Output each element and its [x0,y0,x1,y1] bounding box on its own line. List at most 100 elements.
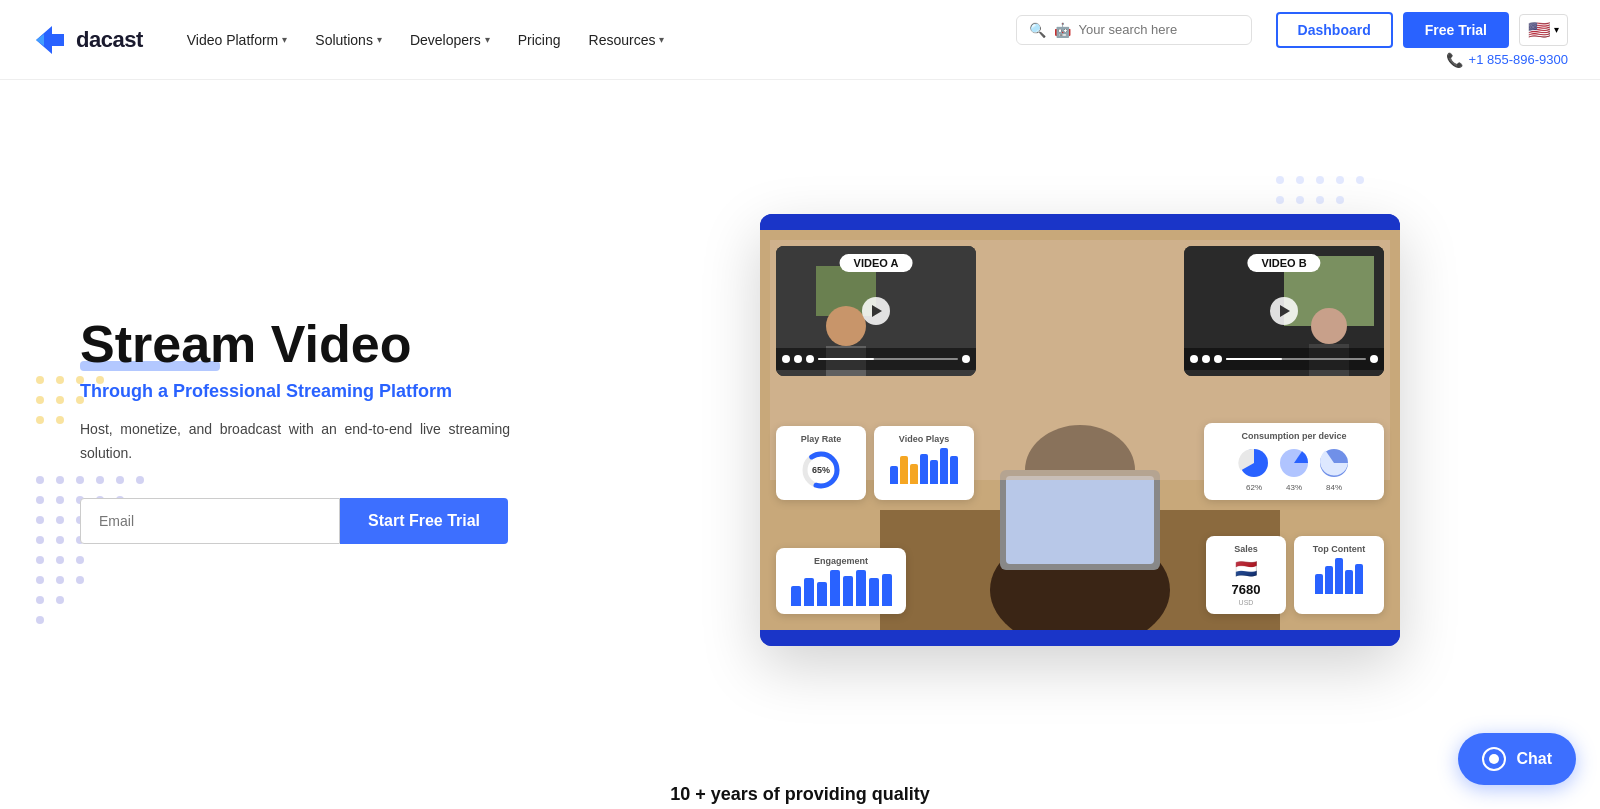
play-rate-donut: 65% [799,448,843,492]
svg-point-2 [36,376,44,384]
consumption-title: Consumption per device [1216,431,1372,441]
tc-bar-5 [1355,564,1363,594]
language-selector[interactable]: 🇺🇸 ▾ [1519,14,1568,46]
nav-video-platform[interactable]: Video Platform ▾ [175,24,300,56]
tc-bar-4 [1345,570,1353,594]
tc-bar-1 [1315,574,1323,594]
chevron-down-icon: ▾ [659,34,664,45]
search-icon: 🔍 [1029,22,1046,38]
svg-point-12 [56,476,64,484]
phone-number[interactable]: +1 855-896-9300 [1469,52,1568,67]
svg-marker-1 [36,34,44,46]
sales-value: 7680 [1232,582,1261,597]
consumption-card-inner: Consumption per device 62% [1204,423,1384,500]
hero-title: Stream Video [80,316,580,373]
svg-point-34 [76,556,84,564]
video-a-label: VIDEO A [840,254,913,272]
eng-bar-7 [869,578,879,606]
bar-5 [930,460,938,484]
engagement-title: Engagement [788,556,894,566]
header: dacast Video Platform ▾ Solutions ▾ Deve… [0,0,1600,80]
nav-resources[interactable]: Resources ▾ [577,24,677,56]
ai-icon: 🤖 [1054,22,1071,38]
svg-point-17 [36,496,44,504]
next-icon [806,355,814,363]
hero-form: Start Free Trial [80,498,580,544]
phone-icon: 📞 [1446,52,1463,68]
engagement-chart [791,570,892,606]
bar-7 [950,456,958,484]
pie-2: 43% [1276,445,1312,492]
video-b-label: VIDEO B [1247,254,1320,272]
svg-point-40 [36,616,44,624]
svg-point-7 [56,396,64,404]
logo[interactable]: dacast [32,22,143,58]
video-content-area: VIDEO A [760,230,1400,630]
consumption-card: Consumption per device 62% [1204,423,1384,500]
progress-bar [818,358,958,360]
sales-content: 🇳🇱 7680 USD [1218,558,1274,606]
nav-pricing[interactable]: Pricing [506,24,573,56]
email-input[interactable] [80,498,340,544]
video-a-overlay: VIDEO A [776,246,976,376]
svg-point-47 [1296,196,1304,204]
svg-point-48 [1316,196,1324,204]
svg-point-23 [56,516,64,524]
hero-subtitle: Through a Professional Streaming Platfor… [80,381,580,402]
sales-card: Sales 🇳🇱 7680 USD [1206,536,1286,614]
play-rate-card: Play Rate 65% [776,426,866,500]
video-mockup: VIDEO A [760,214,1400,646]
main-nav: Video Platform ▾ Solutions ▾ Developers … [175,24,1016,56]
play-rate-content: 65% [788,448,854,492]
svg-point-9 [36,416,44,424]
consumption-pies: 62% 43% [1236,445,1352,492]
nav-solutions[interactable]: Solutions ▾ [303,24,394,56]
search-wrapper[interactable]: 🔍 🤖 [1016,15,1252,45]
hero-right: VIDEO A [640,214,1520,646]
play-button-a[interactable] [862,297,890,325]
volume-icon [962,355,970,363]
prev-icon [1190,355,1198,363]
play-rate-title: Play Rate [788,434,854,444]
start-free-trial-button[interactable]: Start Free Trial [340,498,508,544]
stats-row-top: Play Rate 65% [776,426,974,500]
play-rate-value: 65% [799,448,843,492]
header-actions: Dashboard Free Trial 🇺🇸 ▾ [1276,12,1568,48]
hero-left: Stream Video Through a Professional Stre… [80,316,580,544]
pie-1-label: 62% [1246,483,1262,492]
eng-bar-2 [804,578,814,606]
video-plays-chart [890,448,958,484]
svg-point-10 [56,416,64,424]
video-b-overlay: VIDEO B [1184,246,1384,376]
svg-point-32 [36,556,44,564]
nav-developers[interactable]: Developers ▾ [398,24,502,56]
video-mockup-top-bar [760,214,1400,230]
dashboard-button[interactable]: Dashboard [1276,12,1393,48]
svg-point-39 [56,596,64,604]
svg-point-42 [1296,176,1304,184]
eng-bar-4 [830,570,840,606]
svg-point-29 [56,536,64,544]
svg-point-11 [36,476,44,484]
free-trial-button[interactable]: Free Trial [1403,12,1509,48]
play-icon [1202,355,1210,363]
chat-widget[interactable]: Chat [1458,733,1576,785]
bar-1 [890,466,898,484]
chevron-down-icon: ▾ [377,34,382,45]
svg-point-37 [76,576,84,584]
chevron-down-icon: ▾ [1554,24,1559,35]
svg-point-35 [36,576,44,584]
top-content-card: Top Content [1294,536,1384,614]
pie-3-label: 84% [1326,483,1342,492]
play-icon [794,355,802,363]
top-content-chart [1315,558,1363,594]
video-plays-content [886,448,962,484]
play-button-b[interactable] [1270,297,1298,325]
svg-point-22 [36,516,44,524]
sales-top-content-wrap: Sales 🇳🇱 7680 USD Top Content [1206,536,1384,614]
video-plays-title: Video Plays [886,434,962,444]
eng-bar-8 [882,574,892,606]
chevron-down-icon: ▾ [485,34,490,45]
svg-point-43 [1316,176,1324,184]
search-input[interactable] [1079,22,1239,37]
